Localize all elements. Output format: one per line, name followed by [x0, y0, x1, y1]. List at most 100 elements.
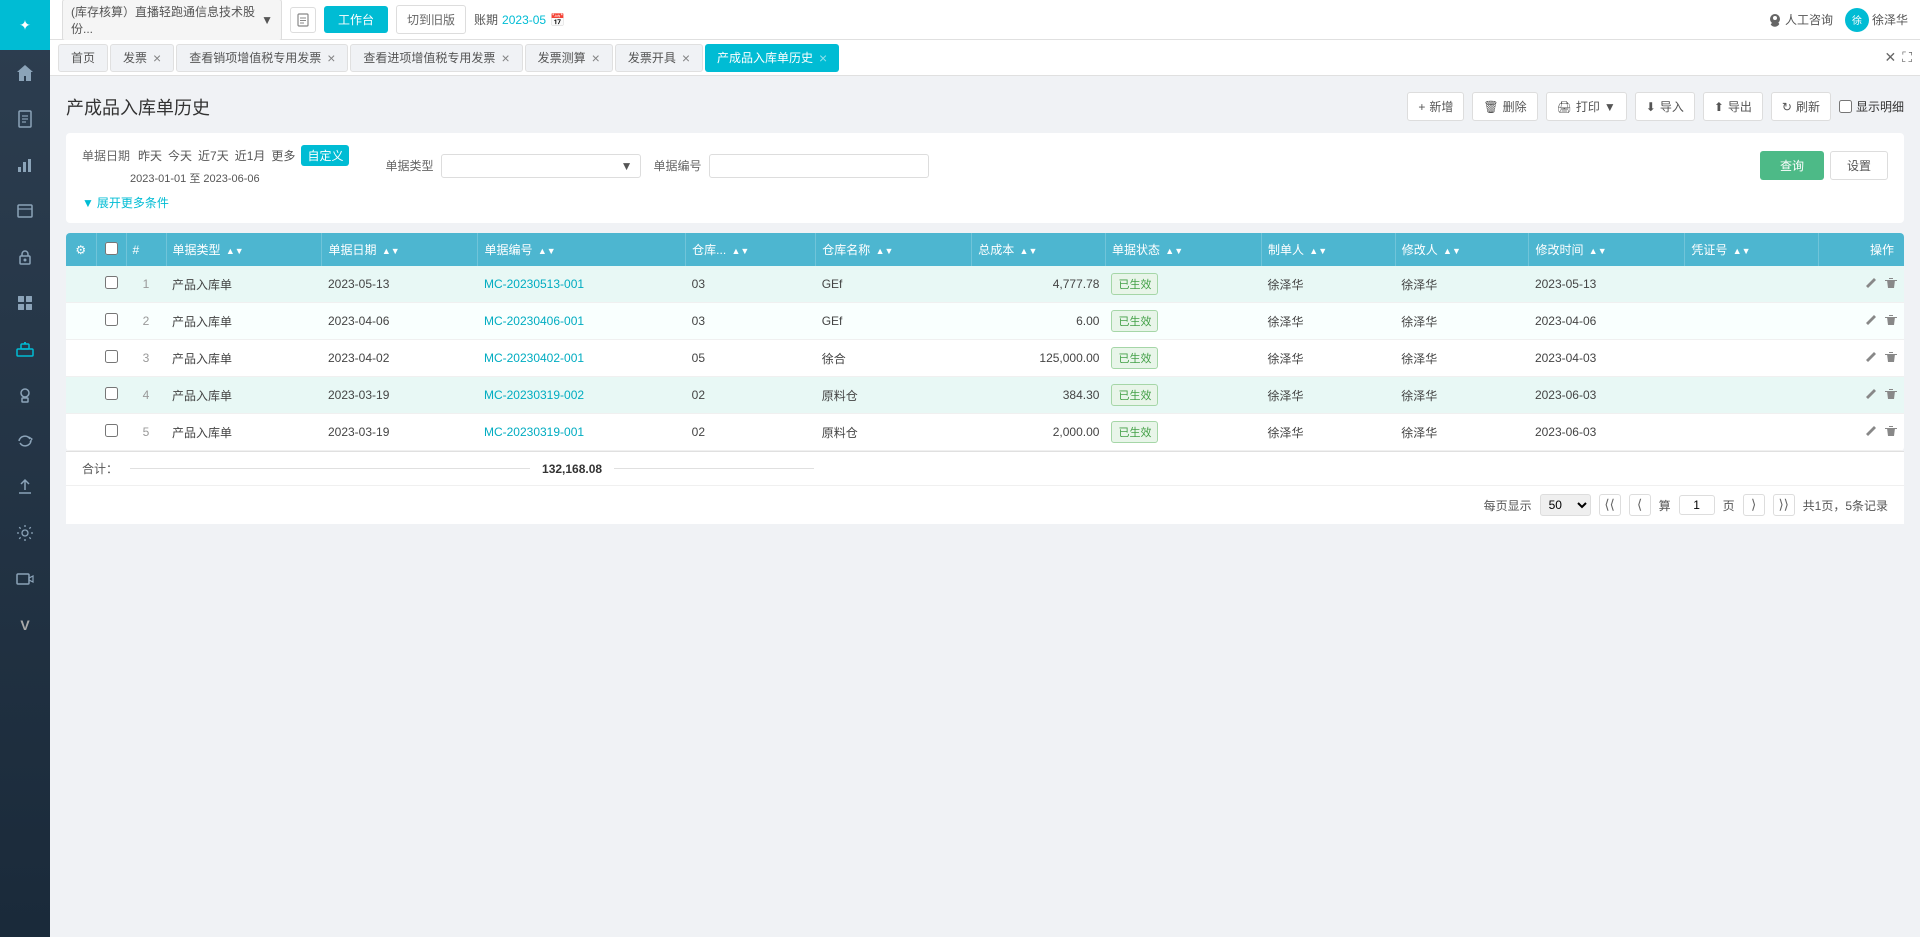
- tab-invoice[interactable]: 发票 ×: [110, 44, 174, 72]
- op-delete-icon-1[interactable]: [1884, 313, 1898, 330]
- op-delete-icon-4[interactable]: [1884, 424, 1898, 441]
- col-type[interactable]: 单据类型 ▲▼: [166, 233, 322, 266]
- tab-invoice-calc[interactable]: 发票测算 ×: [525, 44, 613, 72]
- next-page-btn[interactable]: ⟩: [1743, 494, 1765, 516]
- sidebar-item-doc[interactable]: [0, 96, 50, 142]
- shortcut-yesterday[interactable]: 昨天: [138, 147, 162, 164]
- op-edit-icon-3[interactable]: [1864, 387, 1878, 404]
- first-page-btn[interactable]: ⟨⟨: [1599, 494, 1621, 516]
- query-button[interactable]: 查询: [1760, 151, 1824, 180]
- shortcut-7days[interactable]: 近7天: [198, 147, 229, 164]
- col-modify-time[interactable]: 修改时间 ▲▼: [1529, 233, 1685, 266]
- col-voucher[interactable]: 凭证号 ▲▼: [1685, 233, 1819, 266]
- calendar-icon[interactable]: 📅: [550, 13, 565, 27]
- sidebar-item-v[interactable]: V: [0, 602, 50, 648]
- col-settings[interactable]: ⚙: [66, 233, 96, 266]
- sidebar-item-video[interactable]: [0, 556, 50, 602]
- document-icon-btn[interactable]: [290, 7, 316, 33]
- tab-invoice-open[interactable]: 发票开具 ×: [615, 44, 703, 72]
- tab-input-vat[interactable]: 查看进项增值税专用发票 ×: [350, 44, 522, 72]
- tab-invoice-calc-close[interactable]: ×: [592, 50, 600, 66]
- doc-number-link-1[interactable]: MC-20230406-001: [484, 314, 584, 328]
- col-number[interactable]: 单据编号 ▲▼: [478, 233, 686, 266]
- sidebar-item-settings[interactable]: [0, 510, 50, 556]
- col-warehouse-name[interactable]: 仓库名称 ▲▼: [816, 233, 972, 266]
- sidebar-item-voucher[interactable]: [0, 188, 50, 234]
- sidebar-item-stamp[interactable]: [0, 372, 50, 418]
- col-checkbox[interactable]: [96, 233, 126, 266]
- sidebar-item-grid[interactable]: [0, 280, 50, 326]
- cell-number-0[interactable]: MC-20230513-001: [478, 266, 686, 303]
- shortcut-today[interactable]: 今天: [168, 147, 192, 164]
- doc-number-link-2[interactable]: MC-20230402-001: [484, 351, 584, 365]
- cell-checkbox-1[interactable]: [96, 303, 126, 340]
- prev-page-btn[interactable]: ⟨: [1629, 494, 1651, 516]
- show-detail-checkbox-label[interactable]: 显示明细: [1839, 98, 1904, 115]
- show-detail-checkbox[interactable]: [1839, 100, 1852, 113]
- col-warehouse-code[interactable]: 仓库... ▲▼: [686, 233, 816, 266]
- close-all-tabs-btn[interactable]: ✕: [1884, 49, 1896, 66]
- select-all-checkbox[interactable]: [105, 242, 118, 255]
- set-button[interactable]: 设置: [1830, 151, 1888, 180]
- sidebar-item-chart[interactable]: [0, 142, 50, 188]
- user-info-btn[interactable]: 徐 徐泽华: [1845, 8, 1908, 32]
- page-number-input[interactable]: [1679, 495, 1715, 515]
- maximize-btn[interactable]: ⛶: [1902, 49, 1912, 66]
- cell-number-4[interactable]: MC-20230319-001: [478, 414, 686, 451]
- op-delete-icon-3[interactable]: [1884, 387, 1898, 404]
- tab-product-instock-close[interactable]: ×: [819, 50, 827, 66]
- cell-checkbox-2[interactable]: [96, 340, 126, 377]
- sidebar-item-home[interactable]: [0, 50, 50, 96]
- op-delete-icon-0[interactable]: [1884, 276, 1898, 293]
- tab-invoice-close[interactable]: ×: [153, 50, 161, 66]
- doc-number-link-0[interactable]: MC-20230513-001: [484, 277, 584, 291]
- row-checkbox-0[interactable]: [105, 276, 118, 289]
- user-service-btn[interactable]: 人工咨询: [1768, 11, 1833, 28]
- col-modifier[interactable]: 修改人 ▲▼: [1395, 233, 1529, 266]
- expand-more-btn[interactable]: ▼ 展开更多条件: [82, 194, 1888, 211]
- cell-number-3[interactable]: MC-20230319-002: [478, 377, 686, 414]
- shortcut-custom[interactable]: 自定义: [301, 145, 349, 166]
- last-page-btn[interactable]: ⟩⟩: [1773, 494, 1795, 516]
- row-checkbox-3[interactable]: [105, 387, 118, 400]
- print-button[interactable]: 🖨 打印 ▼: [1546, 92, 1627, 121]
- page-size-select[interactable]: 20 50 100: [1540, 494, 1591, 516]
- cell-checkbox-4[interactable]: [96, 414, 126, 451]
- tab-sales-vat-close[interactable]: ×: [327, 50, 335, 66]
- op-edit-icon-4[interactable]: [1864, 424, 1878, 441]
- refresh-button[interactable]: ↻ 刷新: [1771, 92, 1831, 121]
- op-edit-icon-2[interactable]: [1864, 350, 1878, 367]
- col-creator[interactable]: 制单人 ▲▼: [1261, 233, 1395, 266]
- add-button[interactable]: + 新增: [1407, 92, 1464, 121]
- col-total-cost[interactable]: 总成本 ▲▼: [972, 233, 1106, 266]
- old-version-button[interactable]: 切到旧版: [396, 5, 466, 34]
- row-checkbox-4[interactable]: [105, 424, 118, 437]
- export-button[interactable]: ⬆ 导出: [1703, 92, 1763, 121]
- sidebar-item-lock[interactable]: [0, 234, 50, 280]
- doc-number-link-4[interactable]: MC-20230319-001: [484, 425, 584, 439]
- tab-invoice-open-close[interactable]: ×: [682, 50, 690, 66]
- op-edit-icon-1[interactable]: [1864, 313, 1878, 330]
- op-delete-icon-2[interactable]: [1884, 350, 1898, 367]
- sidebar-item-sync[interactable]: [0, 418, 50, 464]
- doc-number-link-3[interactable]: MC-20230319-002: [484, 388, 584, 402]
- op-edit-icon-0[interactable]: [1864, 276, 1878, 293]
- import-button[interactable]: ⬇ 导入: [1635, 92, 1695, 121]
- row-checkbox-1[interactable]: [105, 313, 118, 326]
- tab-input-vat-close[interactable]: ×: [501, 50, 509, 66]
- shortcut-1month[interactable]: 近1月: [235, 147, 266, 164]
- row-checkbox-2[interactable]: [105, 350, 118, 363]
- sidebar-item-upload[interactable]: [0, 464, 50, 510]
- app-logo[interactable]: ✦: [0, 0, 50, 50]
- workbench-button[interactable]: 工作台: [324, 6, 388, 33]
- col-date[interactable]: 单据日期 ▲▼: [322, 233, 478, 266]
- delete-button[interactable]: 🗑 删除: [1472, 92, 1537, 121]
- col-status[interactable]: 单据状态 ▲▼: [1105, 233, 1261, 266]
- filter-type-select[interactable]: ▼: [441, 154, 641, 178]
- cell-checkbox-3[interactable]: [96, 377, 126, 414]
- tab-sales-vat[interactable]: 查看销项增值税专用发票 ×: [176, 44, 348, 72]
- tab-home[interactable]: 首页: [58, 44, 108, 72]
- cell-number-1[interactable]: MC-20230406-001: [478, 303, 686, 340]
- shortcut-more[interactable]: 更多: [271, 147, 295, 164]
- tab-product-instock[interactable]: 产成品入库单历史 ×: [705, 44, 839, 72]
